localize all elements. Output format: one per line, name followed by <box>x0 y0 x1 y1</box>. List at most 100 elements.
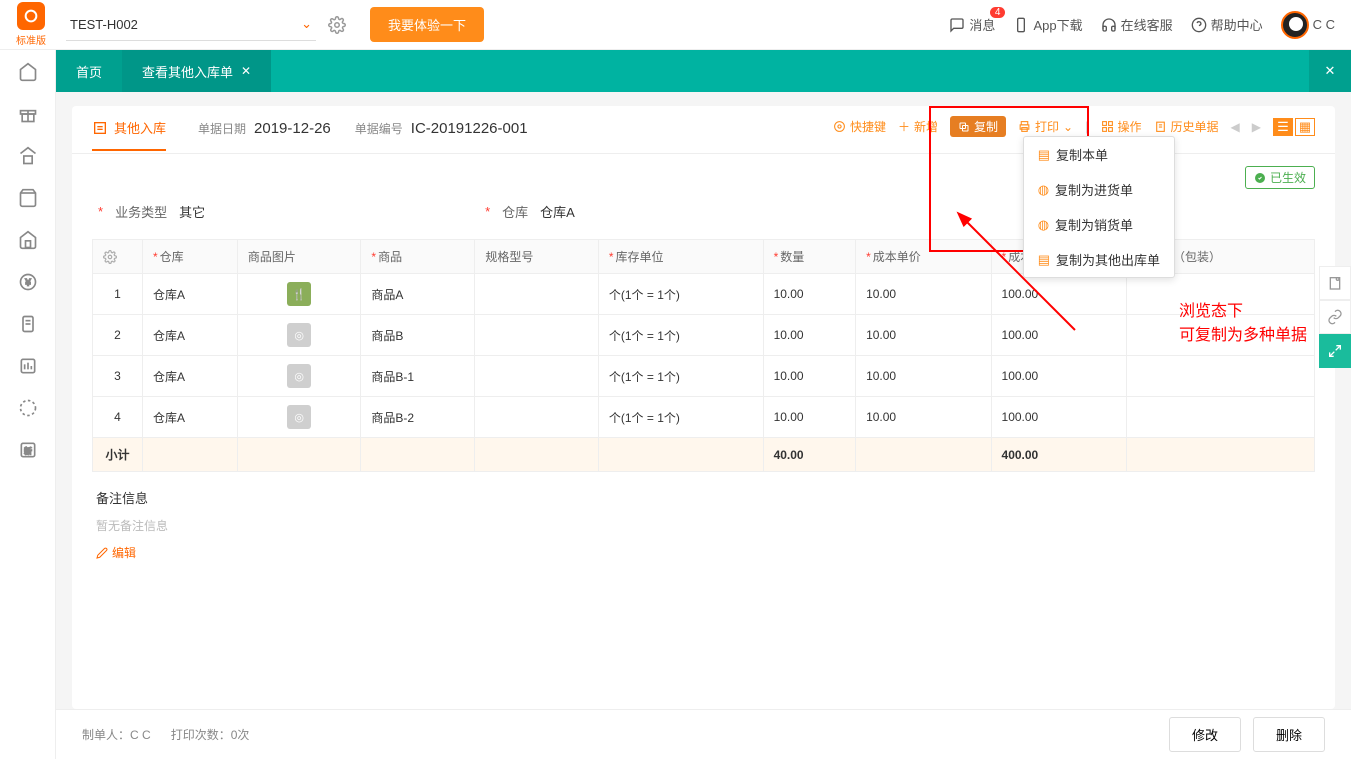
row-unit: 个(1个 = 1个) <box>598 356 763 397</box>
creator-value: C C <box>130 728 151 742</box>
row-available <box>1126 397 1314 438</box>
org-selector[interactable]: TEST-H002 ⌄ <box>66 9 316 41</box>
close-icon[interactable]: ✕ <box>241 64 251 78</box>
table-row[interactable]: 2 仓库A ◎ 商品B 个(1个 = 1个) 10.00 10.00 100.0… <box>93 315 1315 356</box>
row-available <box>1126 274 1314 315</box>
notes-section: 备注信息 暂无备注信息 编辑 <box>72 472 1335 577</box>
creator-label: 制单人： <box>82 728 130 742</box>
nav-prev-icon[interactable]: ◀ <box>1231 120 1240 134</box>
link-side-icon[interactable] <box>1319 300 1351 334</box>
product-thumb-icon: 🍴 <box>287 282 311 306</box>
copy-button[interactable]: 复制 <box>950 116 1006 137</box>
row-spec <box>475 274 599 315</box>
view-grid-icon[interactable]: ▦ <box>1295 118 1315 136</box>
avatar-icon <box>1281 11 1309 39</box>
biz-type-label: 业务类型 <box>115 202 167 221</box>
operate-label: 操作 <box>1118 118 1142 135</box>
tab-home-label: 首页 <box>76 62 102 81</box>
copy-as-other-out[interactable]: ▤复制为其他出库单 <box>1024 242 1174 277</box>
col-warehouse: *仓库 <box>143 240 238 274</box>
sidebar-bag-icon[interactable] <box>18 188 38 208</box>
copy-this-label: 复制本单 <box>1056 145 1108 164</box>
org-name: TEST-H002 <box>70 17 138 32</box>
print-count-label: 打印次数： <box>171 728 231 742</box>
add-label: 新增 <box>914 118 938 135</box>
print-button[interactable]: 打印 ⌄ <box>1018 118 1073 135</box>
row-product: 商品B <box>361 315 475 356</box>
help-center-label: 帮助中心 <box>1211 15 1263 34</box>
notes-title: 备注信息 <box>96 488 1311 507</box>
table-row[interactable]: 1 仓库A 🍴 商品A 个(1个 = 1个) 10.00 10.00 100.0… <box>93 274 1315 315</box>
sidebar-new-icon[interactable]: 新 <box>18 440 38 460</box>
product-thumb-icon: ◎ <box>287 405 311 429</box>
row-spec <box>475 397 599 438</box>
row-warehouse: 仓库A <box>143 356 238 397</box>
close-all-tabs-icon[interactable]: ✕ <box>1309 50 1351 92</box>
operate-button[interactable]: 操作 <box>1101 118 1142 135</box>
copy-other-out-label: 复制为其他出库单 <box>1056 250 1160 269</box>
row-unit: 个(1个 = 1个) <box>598 315 763 356</box>
col-image: 商品图片 <box>237 240 361 274</box>
row-available <box>1126 315 1314 356</box>
edit-notes-button[interactable]: 编辑 <box>96 544 1311 561</box>
biz-type-value: 其它 <box>179 202 205 221</box>
table-row[interactable]: 4 仓库A ◎ 商品B-2 个(1个 = 1个) 10.00 10.00 100… <box>93 397 1315 438</box>
help-center-button[interactable]: 帮助中心 <box>1191 15 1263 34</box>
row-index: 1 <box>93 274 143 315</box>
tab-view-other-inbound[interactable]: 查看其他入库单 ✕ <box>122 50 271 92</box>
sidebar-warehouse-icon[interactable] <box>18 146 38 166</box>
row-warehouse: 仓库A <box>143 315 238 356</box>
row-spec <box>475 315 599 356</box>
history-button[interactable]: 历史单据 <box>1154 118 1219 135</box>
row-unit: 个(1个 = 1个) <box>598 274 763 315</box>
sidebar-finance-icon[interactable]: ¥ <box>18 272 38 292</box>
delete-button[interactable]: 删除 <box>1253 717 1325 752</box>
sidebar-gift-icon[interactable] <box>18 104 38 124</box>
copy-as-purchase[interactable]: ◍复制为进货单 <box>1024 172 1174 207</box>
modify-button[interactable]: 修改 <box>1169 717 1241 752</box>
copy-as-sales[interactable]: ◍复制为销货单 <box>1024 207 1174 242</box>
row-index: 3 <box>93 356 143 397</box>
expand-side-icon[interactable] <box>1319 334 1351 368</box>
sidebar-stock-icon[interactable] <box>18 230 38 250</box>
copy-this-doc[interactable]: ▤ 复制本单 <box>1024 137 1174 172</box>
history-label: 历史单据 <box>1171 118 1219 135</box>
row-amount: 100.00 <box>991 356 1126 397</box>
col-unit: *库存单位 <box>598 240 763 274</box>
document-card: 其他入库 单据日期 2019-12-26 单据编号 IC-20191226-00… <box>72 106 1335 709</box>
settings-gear-icon[interactable] <box>328 16 346 34</box>
print-label: 打印 <box>1035 118 1059 135</box>
add-button[interactable]: ＋新增 <box>898 118 938 135</box>
trial-button[interactable]: 我要体验一下 <box>370 7 484 42</box>
tab-home[interactable]: 首页 <box>56 50 122 92</box>
online-service-button[interactable]: 在线客服 <box>1101 15 1173 34</box>
product-thumb-icon: ◎ <box>287 364 311 388</box>
clipboard-icon: ◍ <box>1038 182 1049 198</box>
view-toggle: ☰ ▦ <box>1273 118 1315 136</box>
copy-icon: ▤ <box>1038 147 1050 163</box>
table-row[interactable]: 3 仓库A ◎ 商品B-1 个(1个 = 1个) 10.00 10.00 100… <box>93 356 1315 397</box>
view-list-icon[interactable]: ☰ <box>1273 118 1293 136</box>
page-title: 其他入库 <box>114 118 166 137</box>
user-menu[interactable]: C C <box>1281 11 1335 39</box>
row-product: 商品B-1 <box>361 356 475 397</box>
subtotal-label: 小计 <box>93 438 143 472</box>
messages-button[interactable]: 消息 4 <box>949 15 995 34</box>
sidebar-home-icon[interactable] <box>18 62 38 82</box>
app-download-button[interactable]: App下载 <box>1013 15 1082 34</box>
shortcut-button[interactable]: 快捷键 <box>833 118 886 135</box>
logo-icon <box>17 2 45 30</box>
inbound-icon <box>92 120 108 136</box>
svg-text:¥: ¥ <box>24 277 31 287</box>
date-value: 2019-12-26 <box>254 120 331 137</box>
note-side-icon[interactable] <box>1319 266 1351 300</box>
nav-next-icon[interactable]: ▶ <box>1252 120 1261 134</box>
sidebar-report-icon[interactable] <box>18 356 38 376</box>
col-gear[interactable] <box>93 240 143 274</box>
sidebar-sync-icon[interactable] <box>18 398 38 418</box>
logo: 标准版 <box>16 2 46 47</box>
edit-label: 编辑 <box>112 544 136 561</box>
sidebar-clipboard-icon[interactable] <box>18 314 38 334</box>
warehouse-label: 仓库 <box>502 202 528 221</box>
warehouse-value: 仓库A <box>540 202 575 221</box>
